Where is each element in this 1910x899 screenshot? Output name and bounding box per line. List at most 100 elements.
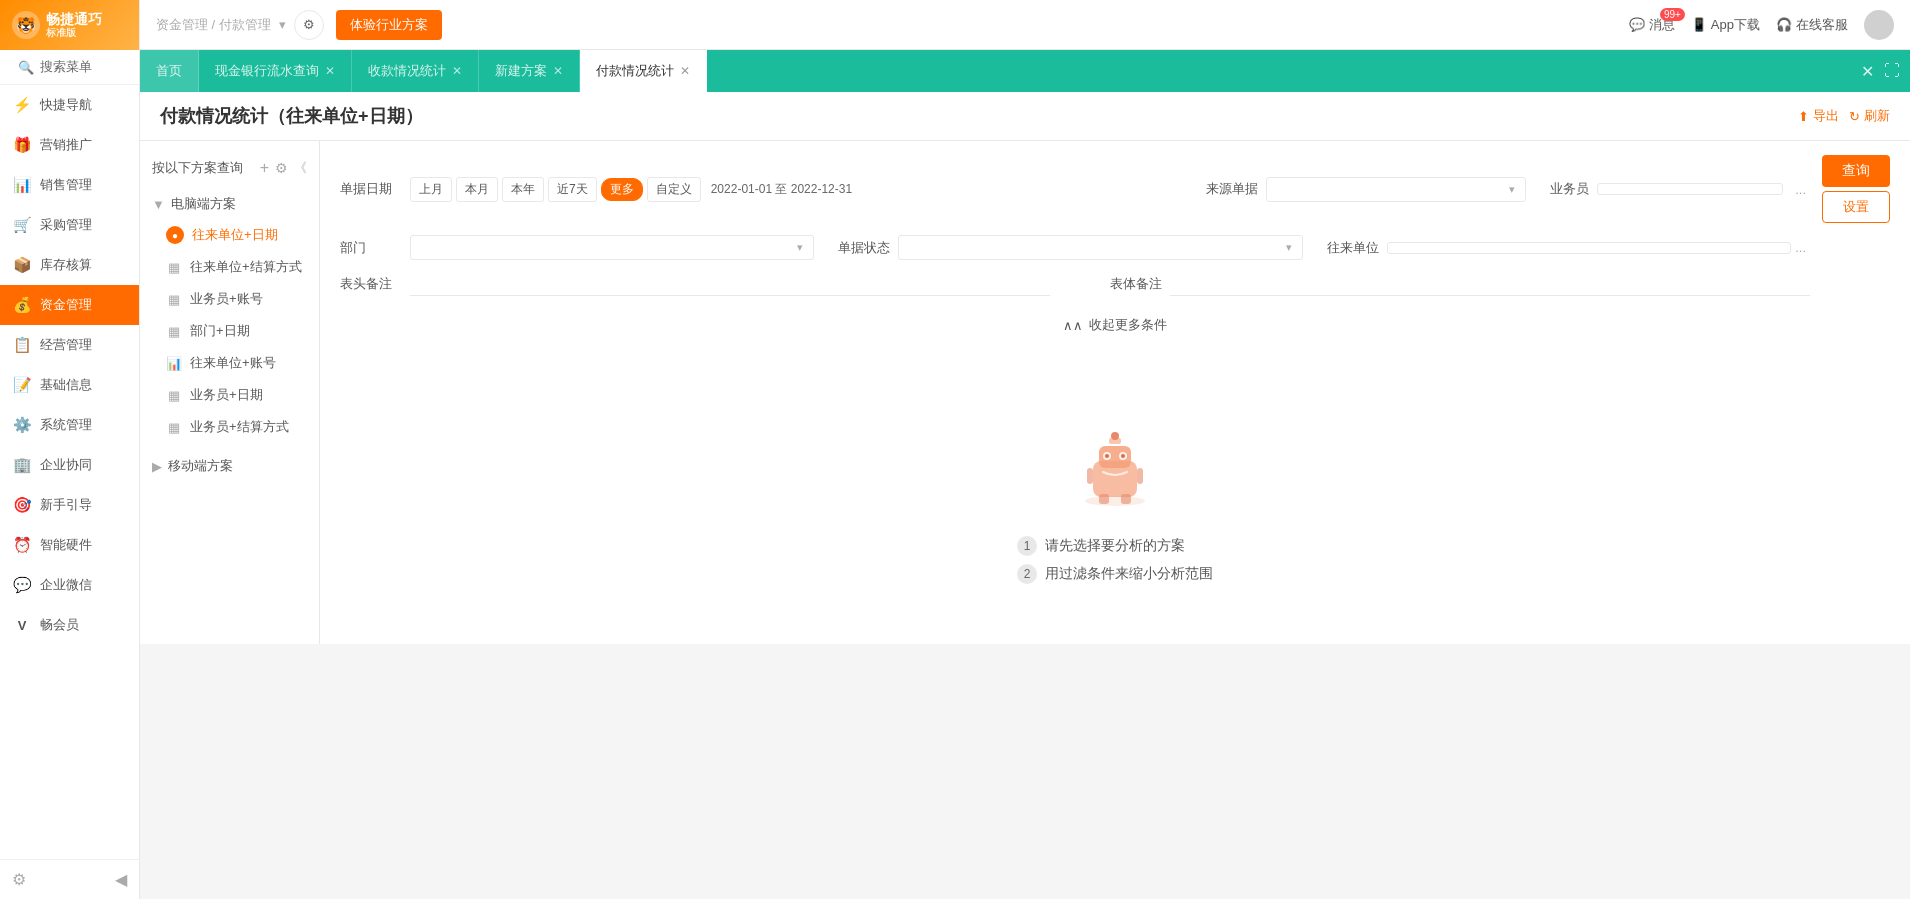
settings-btn[interactable]: 设置 — [1822, 191, 1890, 223]
member-icon: V — [12, 615, 32, 635]
query-btn[interactable]: 查询 — [1822, 155, 1890, 187]
source-dropdown-icon: ▾ — [1509, 183, 1515, 196]
partner-ellipsis-btn[interactable]: ... — [1791, 240, 1810, 255]
sidebar-item-system[interactable]: ⚙️ 系统管理 — [0, 405, 139, 445]
partner-label: 往来单位 — [1327, 239, 1379, 257]
tab-expand-icon[interactable]: ⛶ — [1884, 62, 1900, 80]
tab-close-all-icon[interactable]: ✕ — [1861, 62, 1874, 81]
sidebar-item-marketing[interactable]: 🎁 营销推广 — [0, 125, 139, 165]
salesman-select[interactable] — [1597, 183, 1783, 195]
voucher-status-label: 单据状态 — [838, 239, 890, 257]
head-note-input[interactable] — [410, 272, 1050, 296]
date-buttons: 上月 本月 本年 近7天 更多 自定义 2022-01-01 至 2022-12… — [410, 177, 852, 202]
sidebar-logo: 🐯 畅捷通巧 标准版 — [0, 0, 139, 50]
page-actions: ⬆ 导出 ↻ 刷新 — [1798, 107, 1890, 125]
system-icon: ⚙️ — [12, 415, 32, 435]
footer-settings-icon[interactable]: ⚙ — [12, 870, 26, 889]
operation-icon: 📋 — [12, 335, 32, 355]
breadcrumb-dropdown-icon[interactable]: ▾ — [279, 17, 286, 32]
scheme-item-salesman-settlement[interactable]: ▦ 业务员+结算方式 — [140, 411, 319, 443]
scheme-group-desktop: ▼ 电脑端方案 ● 往来单位+日期 ▦ 往来单位+结算方式 ▦ 业务员+账号 — [140, 185, 319, 447]
sidebar-item-hardware[interactable]: ⏰ 智能硬件 — [0, 525, 139, 565]
date-btn-last-7[interactable]: 近7天 — [548, 177, 597, 202]
messages-btn[interactable]: 💬 消息 99+ — [1629, 16, 1675, 34]
industry-btn[interactable]: 体验行业方案 — [336, 10, 442, 40]
date-btn-this-year[interactable]: 本年 — [502, 177, 544, 202]
app-download-btn[interactable]: 📱 App下载 — [1691, 16, 1760, 34]
footer-collapse-icon[interactable]: ◀ — [115, 870, 127, 889]
salesman-filter: 业务员 ... — [1550, 180, 1810, 198]
collapse-more-btn[interactable]: ∧∧ 收起更多条件 — [340, 308, 1890, 342]
tab-payment-analysis[interactable]: 付款情况统计 ✕ — [580, 50, 707, 92]
scheme-collapse-btn[interactable]: 《 — [294, 159, 307, 177]
sidebar-item-guide[interactable]: 🎯 新手引导 — [0, 485, 139, 525]
scheme-item-partner-settlement[interactable]: ▦ 往来单位+结算方式 — [140, 251, 319, 283]
salesman-ellipsis-btn[interactable]: ... — [1791, 182, 1810, 197]
page-title: 付款情况统计（往来单位+日期） — [160, 104, 423, 128]
user-avatar[interactable] — [1864, 10, 1894, 40]
scheme-item-dept-date[interactable]: ▦ 部门+日期 — [140, 315, 319, 347]
export-btn[interactable]: ⬆ 导出 — [1798, 107, 1839, 125]
guide-icon: 🎯 — [12, 495, 32, 515]
sidebar-item-purchase[interactable]: 🛒 采购管理 — [0, 205, 139, 245]
header-settings-btn[interactable]: ⚙ — [294, 10, 324, 40]
sales-icon: 📊 — [12, 175, 32, 195]
date-btn-last-month[interactable]: 上月 — [410, 177, 452, 202]
tab-close-payment-stats[interactable]: ✕ — [452, 64, 462, 78]
tab-close-bank-flow[interactable]: ✕ — [325, 64, 335, 78]
tab-new-plan[interactable]: 新建方案 ✕ — [479, 50, 580, 92]
date-btn-this-month[interactable]: 本月 — [456, 177, 498, 202]
service-icon: 🎧 — [1776, 17, 1792, 32]
tab-close-new-plan[interactable]: ✕ — [553, 64, 563, 78]
refresh-btn[interactable]: ↻ 刷新 — [1849, 107, 1890, 125]
scheme-item-partner-account[interactable]: 📊 往来单位+账号 — [140, 347, 319, 379]
scheme-item-partner-date[interactable]: ● 往来单位+日期 — [140, 219, 319, 251]
scheme-add-btn[interactable]: + — [260, 159, 269, 177]
scheme-icon-partner-account: 📊 — [166, 355, 182, 371]
tab-close-payment-analysis[interactable]: ✕ — [680, 64, 690, 78]
tab-home[interactable]: 首页 — [140, 50, 199, 92]
source-filter: 来源单据 ▾ — [1206, 177, 1526, 202]
sidebar-item-basic[interactable]: 📝 基础信息 — [0, 365, 139, 405]
scheme-icon-salesman-settlement: ▦ — [166, 419, 182, 435]
date-btn-more[interactable]: 更多 — [601, 178, 643, 201]
sidebar-item-funds[interactable]: 💰 资金管理 — [0, 285, 139, 325]
scheme-panel-header: 按以下方案查询 + ⚙ 《 — [140, 151, 319, 185]
scheme-container: 按以下方案查询 + ⚙ 《 ▼ 电脑端方案 ● 往来单位+日期 — [140, 141, 1910, 644]
marketing-icon: 🎁 — [12, 135, 32, 155]
empty-state: 1 请先选择要分析的方案 2 用过滤条件来缩小分析范围 — [320, 356, 1910, 644]
salesman-label: 业务员 — [1550, 180, 1589, 198]
sidebar-item-quick-nav[interactable]: ⚡ 快捷导航 — [0, 85, 139, 125]
search-menu[interactable]: 🔍 搜索菜单 — [0, 50, 139, 85]
tab-bank-flow[interactable]: 现金银行流水查询 ✕ — [199, 50, 352, 92]
scheme-settings-btn[interactable]: ⚙ — [275, 160, 288, 176]
chevron-right-icon: ▶ — [152, 459, 162, 474]
scheme-group-desktop-title[interactable]: ▼ 电脑端方案 — [140, 189, 319, 219]
sidebar-item-sales[interactable]: 📊 销售管理 — [0, 165, 139, 205]
svg-point-5 — [1105, 454, 1109, 458]
sidebar-nav: ⚡ 快捷导航 🎁 营销推广 📊 销售管理 🛒 采购管理 📦 库存核算 💰 资金管… — [0, 85, 139, 859]
svg-rect-10 — [1137, 468, 1143, 484]
inventory-icon: 📦 — [12, 255, 32, 275]
date-btn-custom[interactable]: 自定义 — [647, 177, 701, 202]
scheme-group-mobile-title[interactable]: ▶ 移动端方案 — [140, 451, 319, 481]
svg-rect-11 — [1099, 494, 1109, 504]
online-service-btn[interactable]: 🎧 在线客服 — [1776, 16, 1848, 34]
dept-select[interactable]: ▾ — [410, 235, 814, 260]
svg-rect-12 — [1121, 494, 1131, 504]
sidebar-item-enterprise[interactable]: 🏢 企业协同 — [0, 445, 139, 485]
scheme-item-salesman-date[interactable]: ▦ 业务员+日期 — [140, 379, 319, 411]
sidebar-item-inventory[interactable]: 📦 库存核算 — [0, 245, 139, 285]
partner-select[interactable] — [1387, 242, 1791, 254]
voucher-status-select[interactable]: ▾ — [898, 235, 1302, 260]
header-right: 💬 消息 99+ 📱 App下载 🎧 在线客服 — [1629, 10, 1894, 40]
source-select[interactable]: ▾ — [1266, 177, 1526, 202]
export-icon: ⬆ — [1798, 109, 1809, 124]
empty-hints: 1 请先选择要分析的方案 2 用过滤条件来缩小分析范围 — [1017, 536, 1213, 584]
tab-payment-stats[interactable]: 收款情况统计 ✕ — [352, 50, 479, 92]
sidebar-item-operation[interactable]: 📋 经营管理 — [0, 325, 139, 365]
sidebar-item-member[interactable]: V 畅会员 — [0, 605, 139, 645]
body-note-input[interactable] — [1170, 272, 1810, 296]
scheme-item-salesman-account[interactable]: ▦ 业务员+账号 — [140, 283, 319, 315]
sidebar-item-wechat[interactable]: 💬 企业微信 — [0, 565, 139, 605]
